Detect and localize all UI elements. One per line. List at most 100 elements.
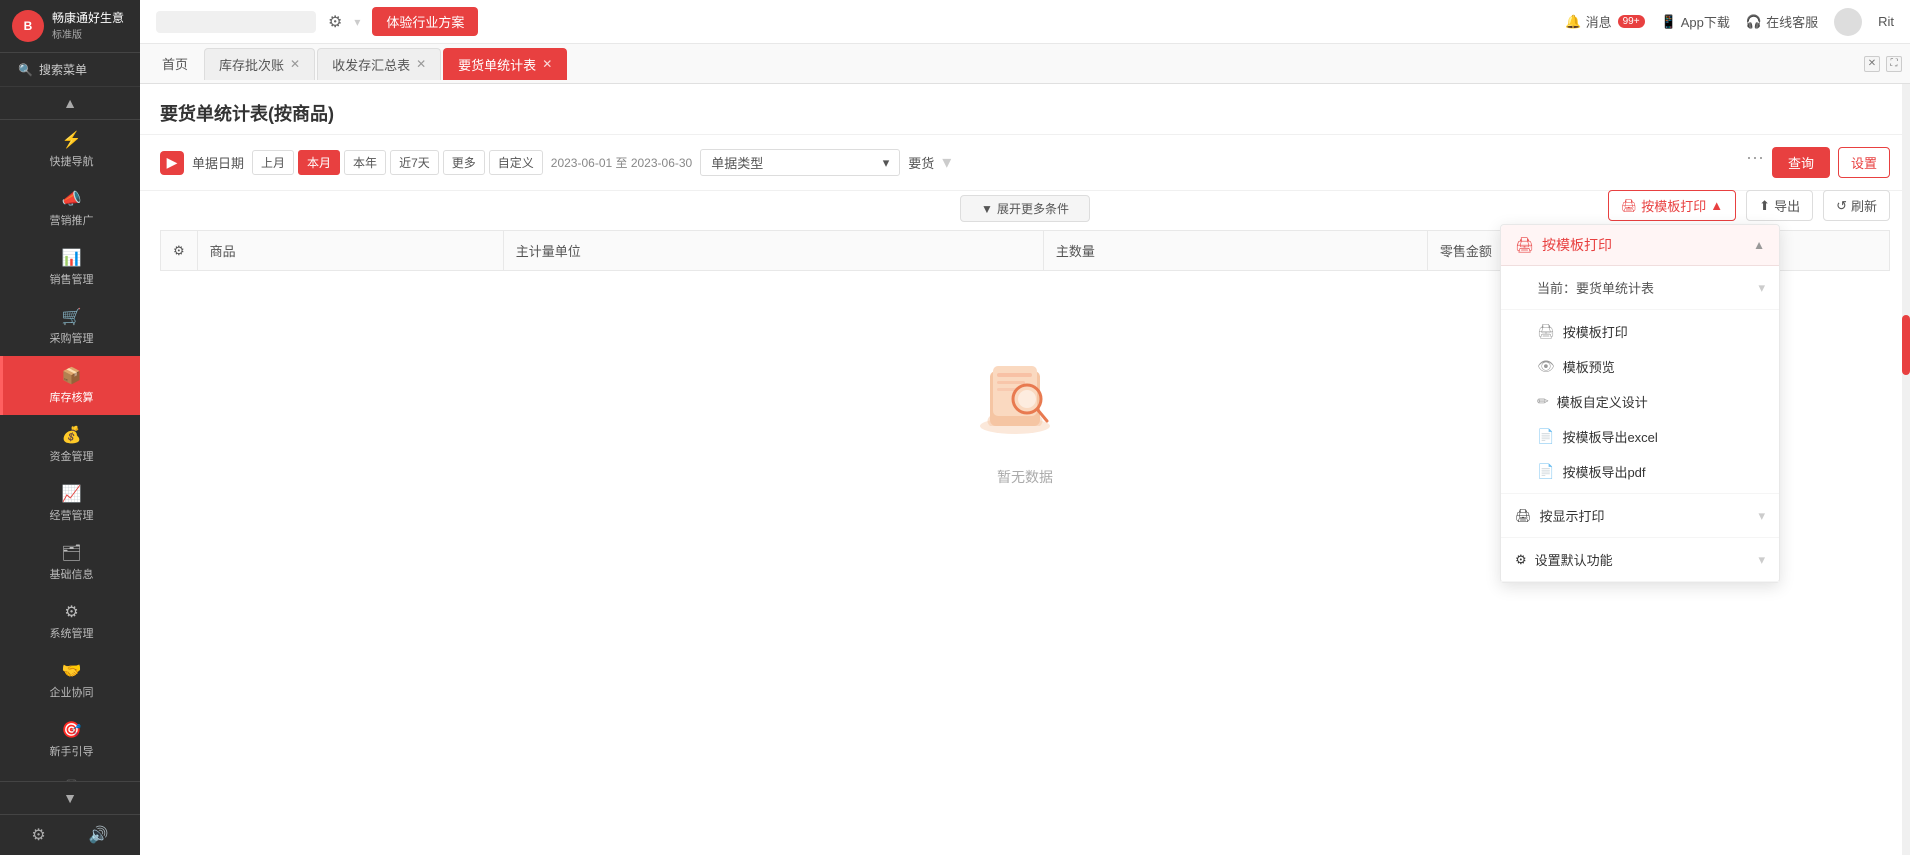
tab-collection-summary[interactable]: 收发存汇总表 ✕ [317, 48, 441, 80]
type-select-dropdown-icon: ▾ [883, 155, 890, 171]
sidebar-item-inventory[interactable]: 📦 库存核算 [0, 356, 140, 415]
settings-btn2[interactable]: 设置 [1838, 147, 1890, 178]
date-filter-label: 单据日期 [192, 153, 244, 172]
sidebar-item-label: 基础信息 [50, 566, 94, 582]
notifications-item[interactable]: 🔔 消息 99+ [1565, 12, 1644, 31]
display-print-toggle[interactable]: 🖨 按显示打印 ▾ [1501, 498, 1779, 533]
expand-more-btn[interactable]: ▼ 展开更多条件 [960, 195, 1090, 222]
tab-order-stats-close[interactable]: ✕ [542, 57, 552, 71]
window-expand-btn[interactable]: ⛶ [1886, 56, 1902, 72]
footer-audio-btn[interactable]: 🔊 [89, 825, 109, 845]
dropdown-item-template-preview[interactable]: 👁 模板预览 [1501, 349, 1779, 384]
print-btn[interactable]: 🖨 按模板打印 ▲ [1608, 190, 1736, 221]
tab-inventory-batch-close[interactable]: ✕ [290, 57, 300, 71]
sidebar-item-sales[interactable]: 📊 销售管理 [0, 238, 140, 297]
sidebar-item-collab[interactable]: 🤝 企业协同 [0, 651, 140, 710]
sidebar-item-label: 库存核算 [50, 389, 94, 405]
action-bar: 🖨 按模板打印 ▲ ⬆ 导出 ↺ 刷新 [1608, 190, 1890, 221]
dropdown-header[interactable]: 🖨 按模板打印 ▲ [1501, 225, 1779, 266]
dropdown-item-template-design[interactable]: ✏ 模板自定义设计 [1501, 384, 1779, 419]
operation-icon: 📈 [62, 484, 82, 504]
sidebar-item-operation[interactable]: 📈 经营管理 [0, 474, 140, 533]
print-dropdown-arrow[interactable]: ▲ [1710, 198, 1723, 213]
sidebar-item-quick-nav[interactable]: ⚡ 快捷导航 [0, 120, 140, 179]
column-settings-icon[interactable]: ⚙ [173, 243, 185, 258]
export-excel-label: 按模板导出excel [1562, 427, 1657, 446]
main-area: ⚙ ▾ 体验行业方案 🔔 消息 99+ 📱 App下载 🎧 在线客服 Rit [140, 0, 1910, 855]
search-label: 搜索菜单 [39, 61, 87, 78]
export-label: 导出 [1774, 196, 1800, 215]
dropdown-collapse-arrow[interactable]: ▲ [1753, 238, 1765, 252]
print-dropdown-menu: 🖨 按模板打印 ▲ 当前：要货单统计表 ▾ 🖨 按模板打印 👁 模板预 [1500, 224, 1780, 583]
tab-order-stats[interactable]: 要货单统计表 ✕ [443, 48, 567, 80]
refresh-icon: ↺ [1836, 198, 1847, 214]
col-product-header: 商品 [197, 231, 503, 271]
last7days-btn[interactable]: 近7天 [390, 150, 439, 175]
export-excel-icon: 📄 [1537, 428, 1554, 445]
cur-month-btn[interactable]: 本月 [298, 150, 340, 175]
refresh-btn[interactable]: ↺ 刷新 [1823, 190, 1890, 221]
default-func-toggle[interactable]: ⚙ 设置默认功能 ▾ [1501, 542, 1779, 577]
topbar-right: 🔔 消息 99+ 📱 App下载 🎧 在线客服 Rit [1565, 8, 1894, 36]
scrollbar-thumb[interactable] [1902, 315, 1910, 375]
dropdown-item-export-pdf[interactable]: 📄 按模板导出pdf [1501, 454, 1779, 489]
sidebar-item-purchase[interactable]: 🛒 采购管理 [0, 297, 140, 356]
tabbar: 首页 库存批次账 ✕ 收发存汇总表 ✕ 要货单统计表 ✕ ✕ ⛶ [140, 44, 1910, 84]
footer-settings-btn[interactable]: ⚙ [31, 825, 45, 845]
scroll-down-arrow[interactable]: ▼ [59, 786, 81, 810]
page-title: 要货单统计表(按商品) [160, 100, 1890, 126]
tab-collection-summary-close[interactable]: ✕ [416, 57, 426, 71]
app-download-icon: 📱 [1661, 14, 1677, 30]
window-close-btn[interactable]: ✕ [1864, 56, 1880, 72]
tab-collection-summary-label: 收发存汇总表 [332, 55, 410, 74]
dropdown-current-item[interactable]: 当前：要货单统计表 ▾ [1501, 270, 1779, 305]
tab-inventory-batch[interactable]: 库存批次账 ✕ [204, 48, 315, 80]
type-select[interactable]: 单据类型 ▾ [700, 149, 900, 176]
prev-month-btn[interactable]: 上月 [252, 150, 294, 175]
sidebar-item-marketing[interactable]: 📣 营销推广 [0, 179, 140, 238]
scroll-up-arrow[interactable]: ▲ [59, 91, 81, 115]
trial-btn[interactable]: 体验行业方案 [372, 7, 478, 36]
query-btn[interactable]: 查询 [1772, 147, 1830, 178]
avatar[interactable] [1834, 8, 1862, 36]
col-settings-header[interactable]: ⚙ [161, 231, 198, 271]
topbar-left: ⚙ ▾ 体验行业方案 [156, 7, 478, 36]
tab-home[interactable]: 首页 [148, 48, 202, 79]
more-options-icon[interactable]: ··· [1746, 147, 1764, 178]
type-select-label: 单据类型 [711, 153, 763, 172]
sidebar-item-system[interactable]: ⚙ 系统管理 [0, 592, 140, 651]
empty-icon [965, 351, 1085, 451]
cur-year-btn[interactable]: 本年 [344, 150, 386, 175]
sidebar-item-finance[interactable]: 💰 资金管理 [0, 415, 140, 474]
online-service-label: 在线客服 [1766, 12, 1818, 31]
dropdown-items-section: 🖨 按模板打印 👁 模板预览 ✏ 模板自定义设计 📄 按模板导出excel 📄 [1501, 310, 1779, 494]
sidebar-item-basic[interactable]: 🗂 基础信息 [0, 533, 140, 592]
topbar: ⚙ ▾ 体验行业方案 🔔 消息 99+ 📱 App下载 🎧 在线客服 Rit [140, 0, 1910, 44]
dropdown-item-template-print[interactable]: 🖨 按模板打印 [1501, 314, 1779, 349]
marketing-icon: 📣 [62, 189, 82, 209]
sidebar-item-guide[interactable]: 🎯 新手引导 [0, 710, 140, 769]
bell-icon: 🔔 [1565, 14, 1581, 30]
sidebar-item-label: 系统管理 [50, 625, 94, 641]
topbar-search-input[interactable] [156, 11, 316, 33]
online-service-item[interactable]: 🎧 在线客服 [1746, 12, 1818, 31]
more-btn[interactable]: 更多 [443, 150, 485, 175]
current-template-arrow: ▾ [1758, 280, 1765, 296]
dropdown-printer-icon: 🖨 [1515, 236, 1534, 254]
empty-illustration [965, 351, 1065, 441]
app-download-item[interactable]: 📱 App下载 [1661, 12, 1730, 31]
notifications-label: 消息 [1586, 12, 1612, 31]
sidebar-search[interactable]: 🔍 搜索菜单 [0, 53, 140, 87]
dropdown-item-export-excel[interactable]: 📄 按模板导出excel [1501, 419, 1779, 454]
filter-collapse-btn[interactable]: ▶ [160, 151, 184, 175]
default-func-toggle-left: ⚙ 设置默认功能 [1515, 550, 1613, 569]
quick-nav-icon: ⚡ [62, 130, 82, 150]
sidebar-item-label: 快捷导航 [50, 153, 94, 169]
topbar-settings-icon[interactable]: ⚙ [328, 12, 342, 32]
sidebar: B 畅康通好生意 标准版 🔍 搜索菜单 ▲ ⚡ 快捷导航 📣 营销推广 📊 销售… [0, 0, 140, 855]
export-btn[interactable]: ⬆ 导出 [1746, 190, 1813, 221]
right-scrollbar[interactable] [1902, 84, 1910, 855]
sidebar-item-app[interactable]: 📱 应用中心 [0, 769, 140, 781]
custom-btn[interactable]: 自定义 [489, 150, 543, 175]
app-name: 畅康通好生意 [52, 11, 124, 27]
